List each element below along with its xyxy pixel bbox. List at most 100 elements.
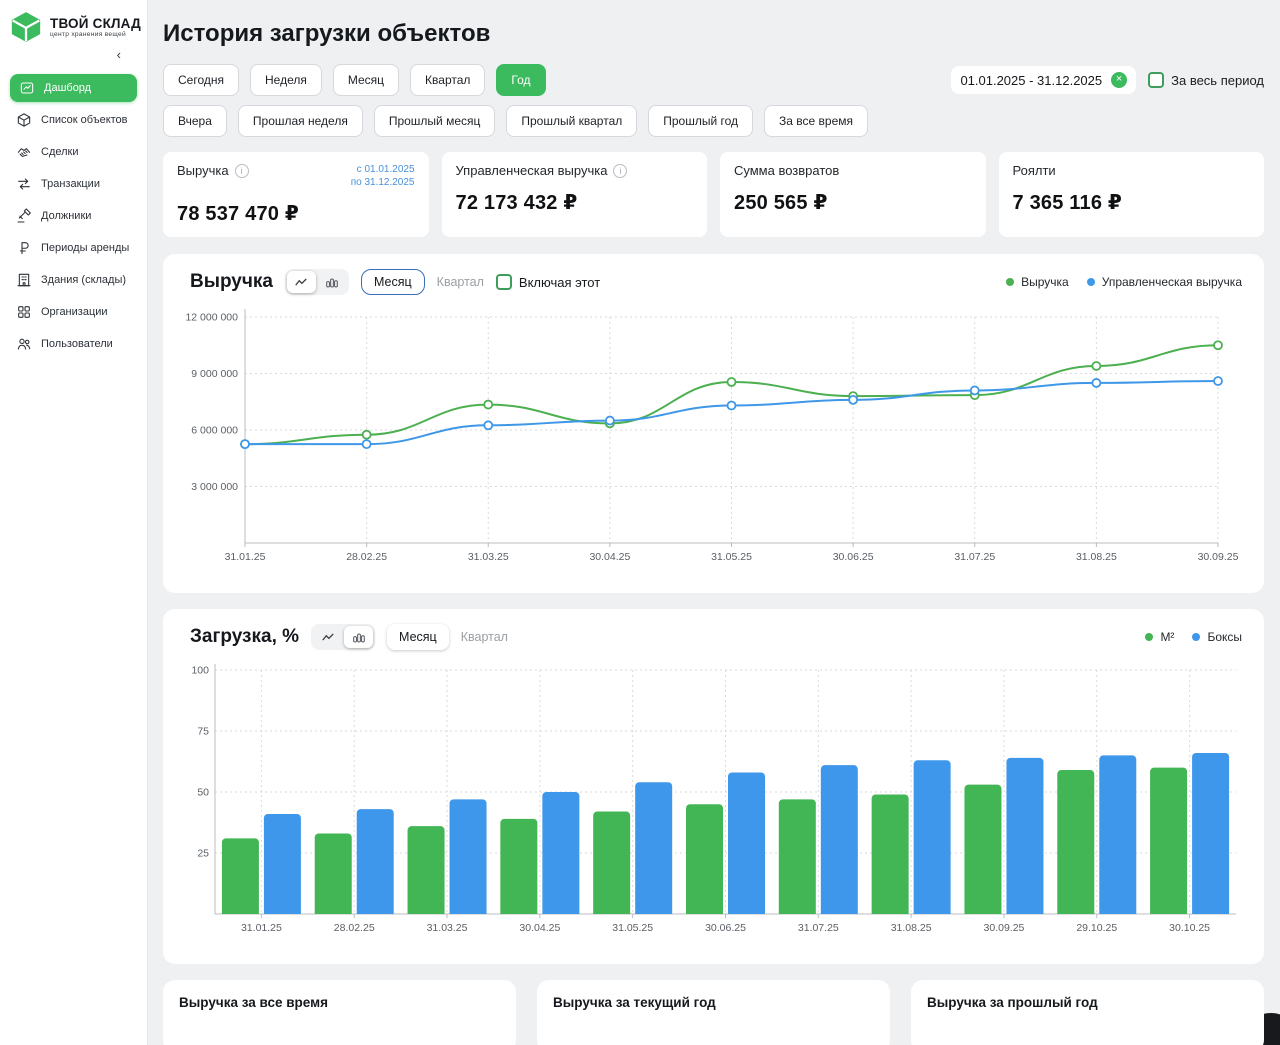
month-mode-button[interactable]: Месяц	[360, 269, 425, 295]
sidebar-nav: Дашборд Список объектов Сделки Транзакци…	[0, 64, 147, 358]
include-current-checkbox[interactable]	[495, 274, 512, 290]
filter-today-button[interactable]: Сегодня	[163, 64, 239, 96]
load-chart-header: Загрузка, % Месяц Квартал М² Боксы	[179, 624, 1248, 650]
svg-text:28.02.25: 28.02.25	[334, 922, 375, 934]
line-chart-toggle[interactable]	[286, 271, 316, 293]
sidebar: ТВОЙ СКЛАД центр хранения вещей ‹ Дашбор…	[0, 0, 148, 1045]
svg-text:30.04.25: 30.04.25	[589, 551, 630, 563]
objects-icon	[16, 112, 32, 128]
svg-text:31.08.25: 31.08.25	[891, 922, 932, 934]
sidebar-item-buildings[interactable]: Здания (склады)	[7, 266, 140, 294]
svg-text:30.06.25: 30.06.25	[705, 922, 746, 934]
sidebar-item-rent-periods[interactable]: Периоды аренды	[7, 234, 140, 262]
sidebar-item-label: Сделки	[41, 146, 79, 158]
filter-last-quarter-button[interactable]: Прошлый квартал	[506, 105, 638, 137]
svg-text:3 000 000: 3 000 000	[191, 481, 238, 493]
logo-title: ТВОЙ СКЛАД	[50, 16, 141, 31]
filter-year-button[interactable]: Год	[496, 64, 546, 96]
svg-text:31.05.25: 31.05.25	[711, 551, 752, 563]
svg-text:31.08.25: 31.08.25	[1076, 551, 1117, 563]
stat-card-royalty: Роялти 7 365 116 ₽	[998, 152, 1264, 237]
sidebar-item-label: Организации	[41, 306, 108, 318]
filter-yesterday-button[interactable]: Вчера	[163, 105, 227, 137]
rent-periods-icon	[16, 240, 32, 256]
svg-text:25: 25	[197, 848, 209, 860]
filter-last-month-button[interactable]: Прошлый месяц	[373, 105, 496, 137]
sidebar-item-debtors[interactable]: Должники	[7, 202, 140, 230]
logo: ТВОЙ СКЛАД центр хранения вещей	[0, 0, 147, 46]
dashboard-icon	[19, 80, 35, 96]
stat-value: 7 365 116 ₽	[1012, 192, 1123, 214]
line-chart-icon	[321, 633, 334, 641]
month-mode-button[interactable]: Месяц	[387, 624, 449, 650]
revenue-chart-title: Выручка	[190, 271, 273, 292]
info-icon[interactable]: i	[613, 164, 628, 178]
past-filter-row: Вчера Прошлая неделя Прошлый месяц Прошл…	[163, 105, 1264, 137]
filter-last-year-button[interactable]: Прошлый год	[648, 105, 754, 137]
revenue-chart-card: Выручка Месяц Квартал Включая этот Выруч…	[163, 254, 1264, 593]
stat-label: Выручка	[177, 163, 229, 178]
revenue-line-chart[interactable]: 3 000 000 6 000 000 9 000 000 12 000 000 31.…	[179, 303, 1248, 583]
svg-text:30.06.25: 30.06.25	[833, 551, 874, 563]
svg-text:30.09.25: 30.09.25	[984, 922, 1025, 934]
load-chart-legend: М² Боксы	[1145, 630, 1248, 644]
buildings-icon	[16, 272, 32, 288]
sidebar-item-transactions[interactable]: Транзакции	[7, 170, 140, 198]
svg-text:30.04.25: 30.04.25	[519, 922, 560, 934]
sidebar-collapse-button[interactable]: ‹	[0, 46, 147, 64]
sidebar-item-deals[interactable]: Сделки	[7, 138, 140, 166]
date-tools: 01.01.2025 - 31.12.2025 × За весь период	[951, 66, 1264, 94]
card-title: Выручка за прошлый год	[927, 995, 1098, 1010]
svg-text:75: 75	[197, 726, 209, 738]
sidebar-item-label: Пользователи	[41, 338, 113, 350]
include-current-label: Включая этот	[518, 274, 601, 290]
legend-dot-revenue	[1006, 278, 1015, 286]
deals-icon	[16, 144, 32, 160]
sidebar-item-organizations[interactable]: Организации	[7, 298, 140, 326]
legend-dot-management	[1086, 278, 1095, 286]
sidebar-item-users[interactable]: Пользователи	[7, 330, 140, 358]
quarter-mode-button[interactable]: Квартал	[461, 630, 508, 644]
svg-text:30.09.25: 30.09.25	[1198, 551, 1239, 563]
page-title: История загрузки объектов	[163, 20, 491, 47]
svg-text:31.03.25: 31.03.25	[468, 551, 509, 563]
legend-label-revenue: Выручка	[1021, 275, 1069, 289]
sidebar-item-label: Дашборд	[44, 82, 92, 94]
debtors-icon	[16, 208, 32, 224]
bar-chart-toggle[interactable]	[344, 626, 374, 648]
svg-text:31.01.25: 31.01.25	[225, 551, 266, 563]
date-range-value: 01.01.2025 - 31.12.2025	[960, 72, 1103, 88]
filter-week-button[interactable]: Неделя	[250, 64, 322, 96]
clear-date-icon[interactable]: ×	[1111, 72, 1128, 88]
logo-subtitle: центр хранения вещей	[50, 31, 126, 38]
bar-chart-icon	[352, 633, 365, 642]
load-bar-chart[interactable]: 25 50 75 100 31.01.25 28.02.25 31.03.25 30.04.2…	[179, 658, 1248, 954]
card-revenue-last-year: Выручка за прошлый год	[911, 980, 1264, 1045]
filter-all-time-button[interactable]: За все время	[764, 105, 869, 137]
svg-text:31.07.25: 31.07.25	[954, 551, 995, 563]
main-content: История загрузки объектов Сегодня Неделя…	[148, 0, 1280, 1045]
load-chart-card: Загрузка, % Месяц Квартал М² Боксы 25 50 7…	[163, 609, 1264, 964]
line-chart-toggle[interactable]	[313, 626, 342, 648]
include-current-toggle[interactable]: Включая этот	[495, 274, 601, 290]
revenue-chart-header: Выручка Месяц Квартал Включая этот Выруч…	[179, 269, 1248, 295]
whole-period-toggle[interactable]: За весь период	[1148, 72, 1264, 88]
bottom-cards-row: Выручка за все время Выручка за текущий …	[163, 980, 1264, 1045]
svg-text:28.02.25: 28.02.25	[346, 551, 387, 563]
filter-month-button[interactable]: Месяц	[332, 64, 400, 96]
quarter-mode-button[interactable]: Квартал	[437, 275, 484, 289]
bar-chart-toggle[interactable]	[318, 271, 347, 293]
stat-label: Сумма возвратов	[734, 163, 840, 178]
whole-period-checkbox[interactable]	[1148, 72, 1165, 88]
stat-cards-row: Выручка i с 01.01.2025 по 31.12.2025 78 …	[163, 152, 1264, 237]
info-icon[interactable]: i	[234, 164, 249, 178]
legend-dot-boxes	[1192, 633, 1201, 641]
date-range-input[interactable]: 01.01.2025 - 31.12.2025 ×	[951, 66, 1137, 94]
sidebar-item-dashboard[interactable]: Дашборд	[10, 74, 137, 102]
stat-card-returns: Сумма возвратов 250 565 ₽	[720, 152, 986, 237]
svg-text:29.10.25: 29.10.25	[1076, 922, 1117, 934]
filter-quarter-button[interactable]: Квартал	[410, 64, 486, 96]
sidebar-item-objects[interactable]: Список объектов	[7, 106, 140, 134]
chart-type-toggle	[311, 624, 376, 650]
filter-last-week-button[interactable]: Прошлая неделя	[237, 105, 363, 137]
